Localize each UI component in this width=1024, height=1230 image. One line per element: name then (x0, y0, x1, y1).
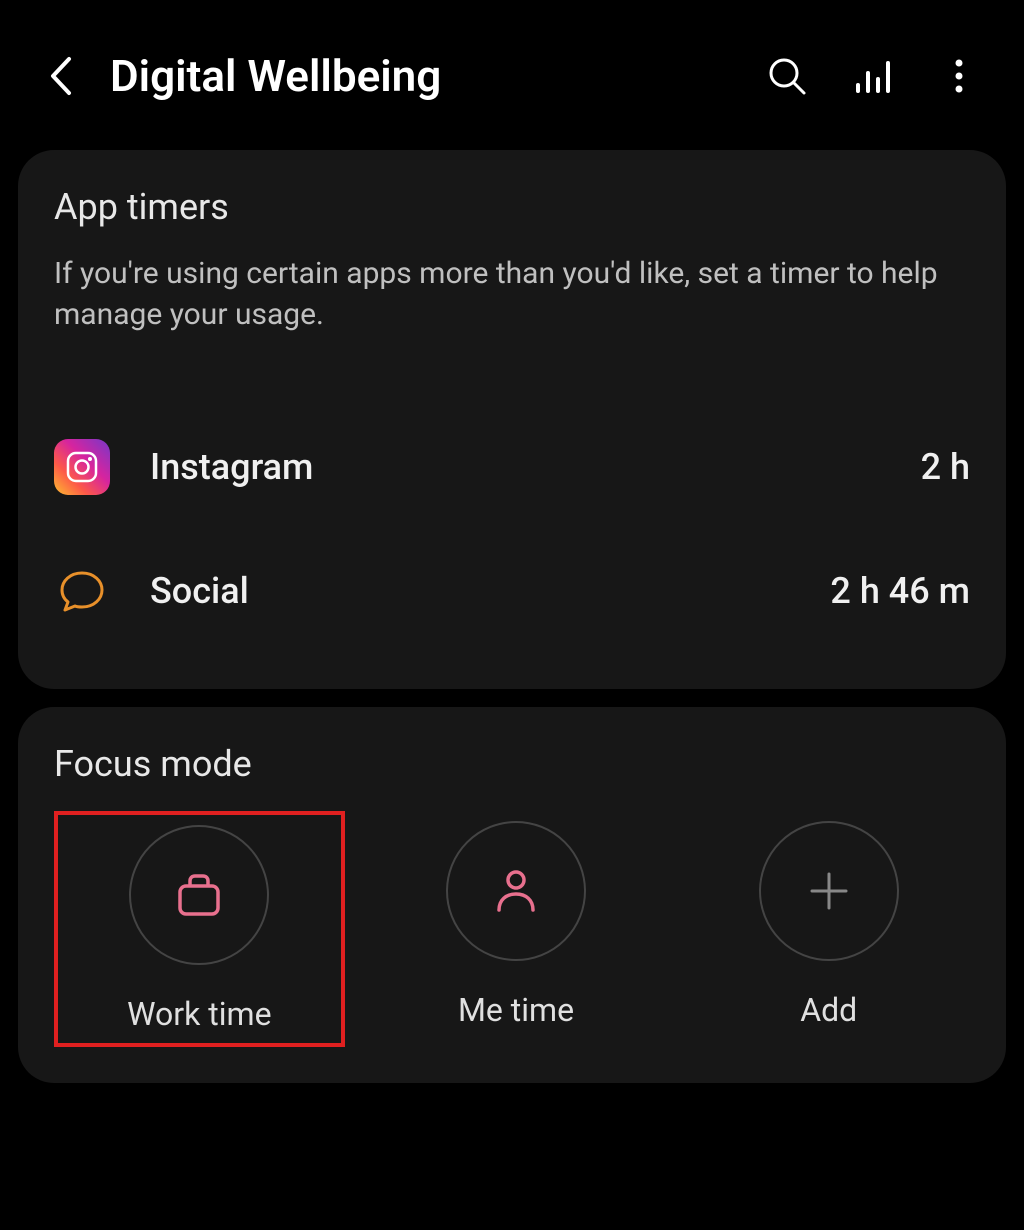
more-vertical-icon (938, 55, 980, 97)
app-timer-item-social[interactable]: Social 2 h 46 m (54, 529, 970, 653)
app-time: 2 h (921, 446, 970, 488)
header: Digital Wellbeing (0, 0, 1024, 132)
search-icon (766, 55, 808, 97)
person-icon (487, 862, 545, 920)
focus-mode-work-time[interactable]: Work time (54, 811, 345, 1047)
plus-icon (800, 862, 858, 920)
focus-mode-me-time[interactable]: Me time (375, 811, 658, 1047)
app-name: Instagram (150, 446, 881, 488)
app-timers-description: If you're using certain apps more than y… (54, 254, 970, 335)
focus-mode-card: Focus mode Work time Me time (18, 707, 1006, 1083)
social-icon (54, 563, 110, 619)
focus-label: Me time (458, 991, 574, 1029)
focus-mode-add[interactable]: Add (687, 811, 970, 1047)
focus-mode-title: Focus mode (54, 743, 970, 785)
instagram-icon (54, 439, 110, 495)
focus-circle (129, 825, 269, 965)
bar-chart-icon (852, 55, 894, 97)
more-button[interactable] (934, 51, 984, 101)
focus-label: Work time (127, 995, 271, 1033)
chevron-left-icon (47, 55, 73, 97)
search-button[interactable] (762, 51, 812, 101)
app-timers-card: App timers If you're using certain apps … (18, 150, 1006, 689)
focus-circle (446, 821, 586, 961)
app-name: Social (150, 570, 790, 612)
chart-button[interactable] (848, 51, 898, 101)
app-timer-item-instagram[interactable]: Instagram 2 h (54, 405, 970, 529)
app-timers-title: App timers (54, 186, 970, 228)
focus-label: Add (800, 991, 857, 1029)
page-title: Digital Wellbeing (110, 50, 732, 102)
app-time: 2 h 46 m (830, 570, 970, 612)
focus-circle (759, 821, 899, 961)
back-button[interactable] (40, 56, 80, 96)
briefcase-icon (170, 866, 228, 924)
